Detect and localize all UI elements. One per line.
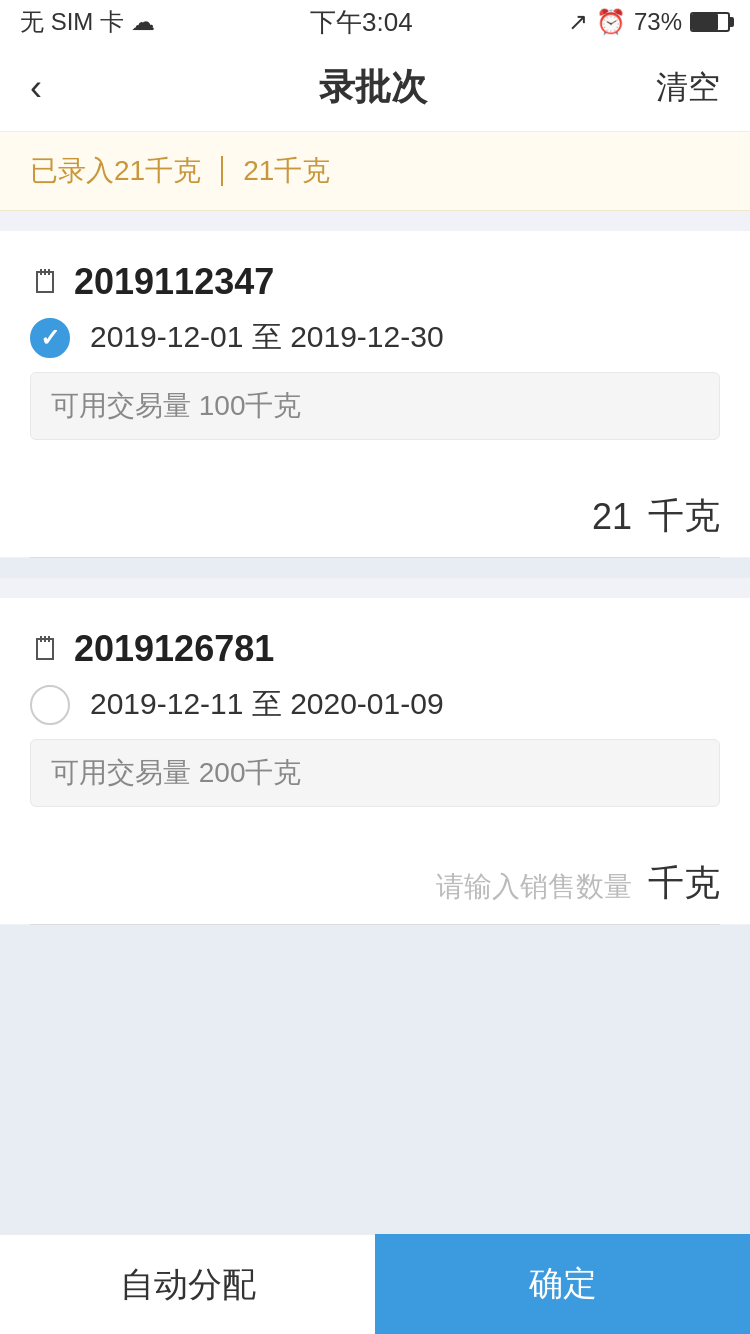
batch-2-checkbox[interactable] <box>30 685 70 725</box>
batch-card-1: 🗒 2019112347 2019-12-01 至 2019-12-30 可用交… <box>0 231 750 476</box>
status-time: 下午3:04 <box>310 5 413 40</box>
batch-2-date-row: 2019-12-11 至 2020-01-09 <box>30 684 720 725</box>
status-left: 无 SIM 卡 ☁ <box>20 6 155 38</box>
back-button[interactable]: ‹ <box>30 67 90 109</box>
auto-distribute-button[interactable]: 自动分配 <box>0 1234 375 1334</box>
batch-1-checkbox[interactable] <box>30 318 70 358</box>
status-bar: 无 SIM 卡 ☁ 下午3:04 ↗ ⏰ 73% <box>0 0 750 44</box>
page-title: 录批次 <box>319 63 427 112</box>
batch-1-unit: 千克 <box>648 492 720 541</box>
sim-label: 无 SIM 卡 ☁ <box>20 6 155 38</box>
battery-icon <box>690 12 730 32</box>
clear-button[interactable]: 清空 <box>656 66 720 110</box>
batch-1-icon: 🗒 <box>30 264 62 301</box>
info-label: 已录入21千克 <box>30 152 201 190</box>
info-value: 21千克 <box>243 152 330 190</box>
batch-1-available: 可用交易量 100千克 <box>30 372 720 440</box>
batch-1-id: 2019112347 <box>74 261 274 303</box>
batch-1-date: 2019-12-01 至 2019-12-30 <box>90 317 444 358</box>
nav-bar: ‹ 录批次 清空 <box>0 44 750 132</box>
batch-1-date-row: 2019-12-01 至 2019-12-30 <box>30 317 720 358</box>
batch-2-date: 2019-12-11 至 2020-01-09 <box>90 684 444 725</box>
batch-2-icon: 🗒 <box>30 631 62 668</box>
info-divider <box>221 156 223 186</box>
batch-2-quantity-input[interactable] <box>432 863 632 905</box>
bottom-bar: 自动分配 确定 <box>0 1234 750 1334</box>
location-icon: ↗ <box>568 8 588 36</box>
info-bar: 已录入21千克 21千克 <box>0 132 750 211</box>
batch-2-unit: 千克 <box>648 859 720 908</box>
batch-2-quantity-row: 千克 <box>0 843 750 924</box>
batch-1-quantity-input[interactable] <box>432 496 632 538</box>
status-right: ↗ ⏰ 73% <box>568 8 730 36</box>
batch-card-2: 🗒 2019126781 2019-12-11 至 2020-01-09 可用交… <box>0 598 750 843</box>
batch-1-quantity-row: 千克 <box>0 476 750 557</box>
alarm-icon: ⏰ <box>596 8 626 36</box>
batch-2-header: 🗒 2019126781 <box>30 628 720 670</box>
batch-2-id: 2019126781 <box>74 628 274 670</box>
battery-percent: 73% <box>634 8 682 36</box>
batch-2-available: 可用交易量 200千克 <box>30 739 720 807</box>
section-separator <box>0 558 750 578</box>
confirm-button[interactable]: 确定 <box>375 1234 750 1334</box>
batch-1-header: 🗒 2019112347 <box>30 261 720 303</box>
